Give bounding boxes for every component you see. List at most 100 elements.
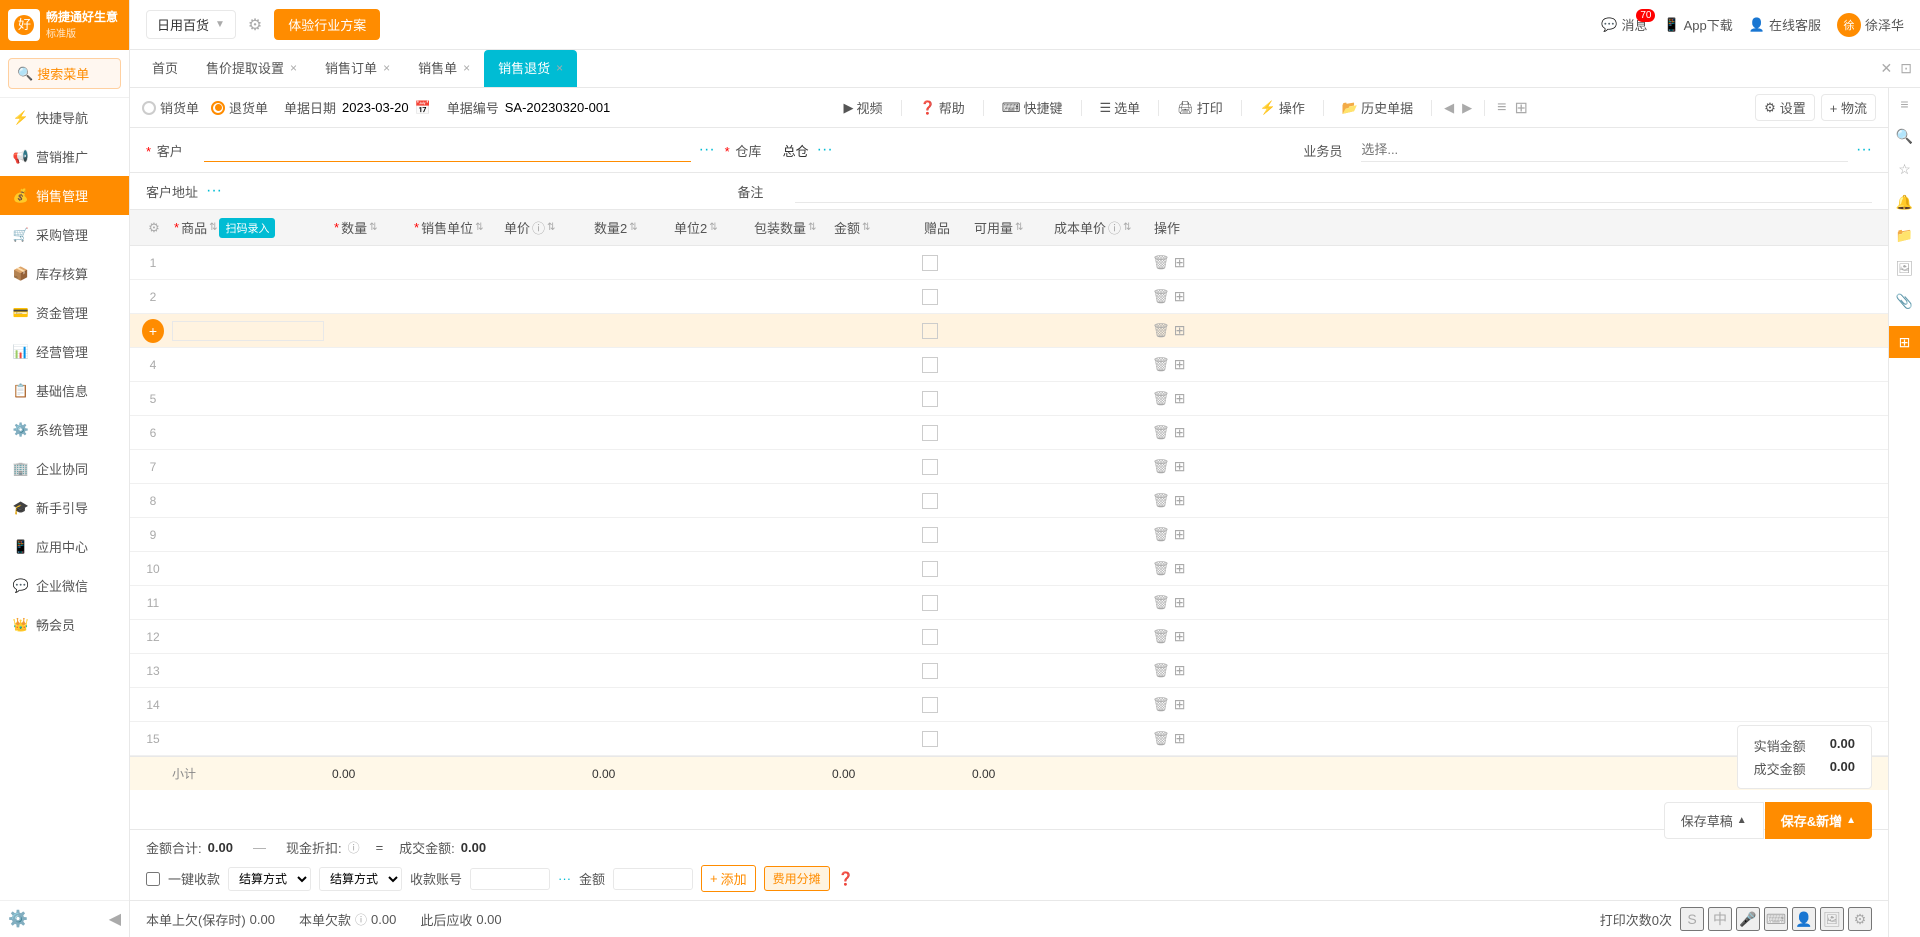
row-qty[interactable]	[328, 259, 408, 267]
row-product[interactable]	[168, 463, 328, 471]
gift-checkbox[interactable]	[922, 493, 938, 509]
warehouse-select-btn[interactable]: ···	[817, 141, 833, 159]
qty-sort-icon[interactable]: ⇅	[369, 222, 377, 233]
unit-sort-icon[interactable]: ⇅	[475, 222, 483, 233]
row-product[interactable]	[168, 531, 328, 539]
product-input[interactable]	[172, 256, 324, 270]
row-price[interactable]	[498, 259, 588, 267]
row-qty2[interactable]	[588, 599, 668, 607]
row-pkg[interactable]	[748, 599, 828, 607]
address-select-btn[interactable]: ···	[206, 182, 222, 200]
right-icon-6[interactable]: 🖼	[1896, 260, 1914, 277]
online-service-btn[interactable]: 👤 在线客服	[1749, 15, 1821, 34]
status-icon-zhong[interactable]: 中	[1708, 907, 1732, 931]
tab-home[interactable]: 首页	[138, 50, 192, 87]
row-price[interactable]	[498, 531, 588, 539]
row-product[interactable]	[168, 395, 328, 403]
settings-gear-btn[interactable]: ⚙	[248, 15, 262, 35]
row-cost[interactable]	[1048, 735, 1148, 743]
salesman-select-btn[interactable]: ···	[1856, 141, 1872, 159]
sidebar-item-system[interactable]: ⚙️ 系统管理	[0, 410, 129, 449]
row-delete-btn[interactable]: 🗑	[1152, 288, 1170, 305]
row-pkg[interactable]	[748, 531, 828, 539]
sidebar-item-member[interactable]: 👑 畅会员	[0, 605, 129, 644]
row-gift[interactable]	[918, 591, 968, 615]
row-amount[interactable]	[828, 361, 918, 369]
sidebar-item-basic[interactable]: 📋 基础信息	[0, 371, 129, 410]
right-icon-7[interactable]: 📎	[1896, 293, 1913, 310]
row-qty2[interactable]	[588, 531, 668, 539]
row-copy-btn[interactable]: ⊞	[1174, 356, 1186, 373]
row-copy-btn[interactable]: ⊞	[1174, 458, 1186, 475]
row-qty[interactable]	[328, 361, 408, 369]
row-cost[interactable]	[1048, 531, 1148, 539]
row-qty[interactable]	[328, 531, 408, 539]
status-icon-img[interactable]: 🖼	[1820, 907, 1844, 931]
row-avail[interactable]	[968, 701, 1048, 709]
row-pkg[interactable]	[748, 565, 828, 573]
gift-checkbox[interactable]	[922, 697, 938, 713]
row-gift[interactable]	[918, 727, 968, 751]
row-gift[interactable]	[918, 523, 968, 547]
history-nav-prev[interactable]: ◀	[1444, 100, 1454, 116]
customer-select-btn[interactable]: ···	[699, 141, 715, 159]
row-pkg[interactable]	[748, 667, 828, 675]
row-gift[interactable]	[918, 455, 968, 479]
row-unit[interactable]	[408, 735, 498, 743]
row-gift[interactable]	[918, 387, 968, 411]
save-new-btn[interactable]: 保存&新增 ▲	[1765, 802, 1872, 839]
row-delete-btn[interactable]: 🗑	[1152, 662, 1170, 679]
row-copy-btn[interactable]: ⊞	[1174, 492, 1186, 509]
settings-btn[interactable]: ⚙ 设置	[1755, 94, 1815, 121]
account-input[interactable]	[470, 868, 550, 890]
row-unit[interactable]	[408, 327, 498, 335]
row-delete-btn[interactable]: 🗑	[1152, 390, 1170, 407]
row-price[interactable]	[498, 633, 588, 641]
row-amount[interactable]	[828, 565, 918, 573]
search-menu-button[interactable]: 🔍 搜索菜单	[8, 58, 121, 89]
gift-checkbox[interactable]	[922, 357, 938, 373]
row-cost[interactable]	[1048, 599, 1148, 607]
row-amount[interactable]	[828, 667, 918, 675]
row-qty2[interactable]	[588, 361, 668, 369]
row-unit[interactable]	[408, 361, 498, 369]
row-price[interactable]	[498, 667, 588, 675]
row-copy-btn[interactable]: ⊞	[1174, 288, 1186, 305]
row-avail[interactable]	[968, 599, 1048, 607]
avail-sort-icon[interactable]: ⇅	[1015, 222, 1023, 233]
gift-checkbox[interactable]	[922, 561, 938, 577]
add-row-btn[interactable]: +	[142, 319, 164, 343]
row-unit2[interactable]	[668, 497, 748, 505]
tab-sales-order[interactable]: 销售订单 ×	[311, 50, 404, 87]
shortcut-btn[interactable]: ⌨ 快捷键	[996, 96, 1069, 119]
sidebar-item-wechat[interactable]: 💬 企业微信	[0, 566, 129, 605]
row-delete-btn[interactable]: 🗑	[1152, 322, 1170, 339]
row-gift[interactable]	[918, 251, 968, 275]
save-draft-btn[interactable]: 保存草稿 ▲	[1664, 802, 1764, 839]
right-icon-1[interactable]: ≡	[1900, 96, 1908, 112]
row-unit2[interactable]	[668, 361, 748, 369]
row-product[interactable]	[168, 565, 328, 573]
row-unit[interactable]	[408, 463, 498, 471]
right-icon-8[interactable]: ⊞	[1889, 326, 1920, 358]
row-avail[interactable]	[968, 565, 1048, 573]
row-unit[interactable]	[408, 429, 498, 437]
row-unit[interactable]	[408, 701, 498, 709]
row-product[interactable]	[168, 361, 328, 369]
row-gift[interactable]	[918, 557, 968, 581]
tab-price-close[interactable]: ×	[290, 61, 297, 75]
gift-checkbox[interactable]	[922, 629, 938, 645]
note-input[interactable]	[795, 179, 1872, 203]
radio-return[interactable]: 退货单	[211, 98, 268, 117]
row-qty2[interactable]	[588, 701, 668, 709]
row-amount[interactable]	[828, 701, 918, 709]
row-unit2[interactable]	[668, 327, 748, 335]
row-price[interactable]	[498, 565, 588, 573]
app-download-btn[interactable]: 📱 App下载	[1663, 15, 1732, 34]
product-sort-icon[interactable]: ⇅	[209, 222, 217, 233]
row-avail[interactable]	[968, 531, 1048, 539]
tab-sales-return-close[interactable]: ×	[556, 61, 563, 75]
sidebar-item-shortcut[interactable]: ⚡ 快捷导航	[0, 98, 129, 137]
gift-checkbox[interactable]	[922, 391, 938, 407]
gift-checkbox[interactable]	[922, 595, 938, 611]
